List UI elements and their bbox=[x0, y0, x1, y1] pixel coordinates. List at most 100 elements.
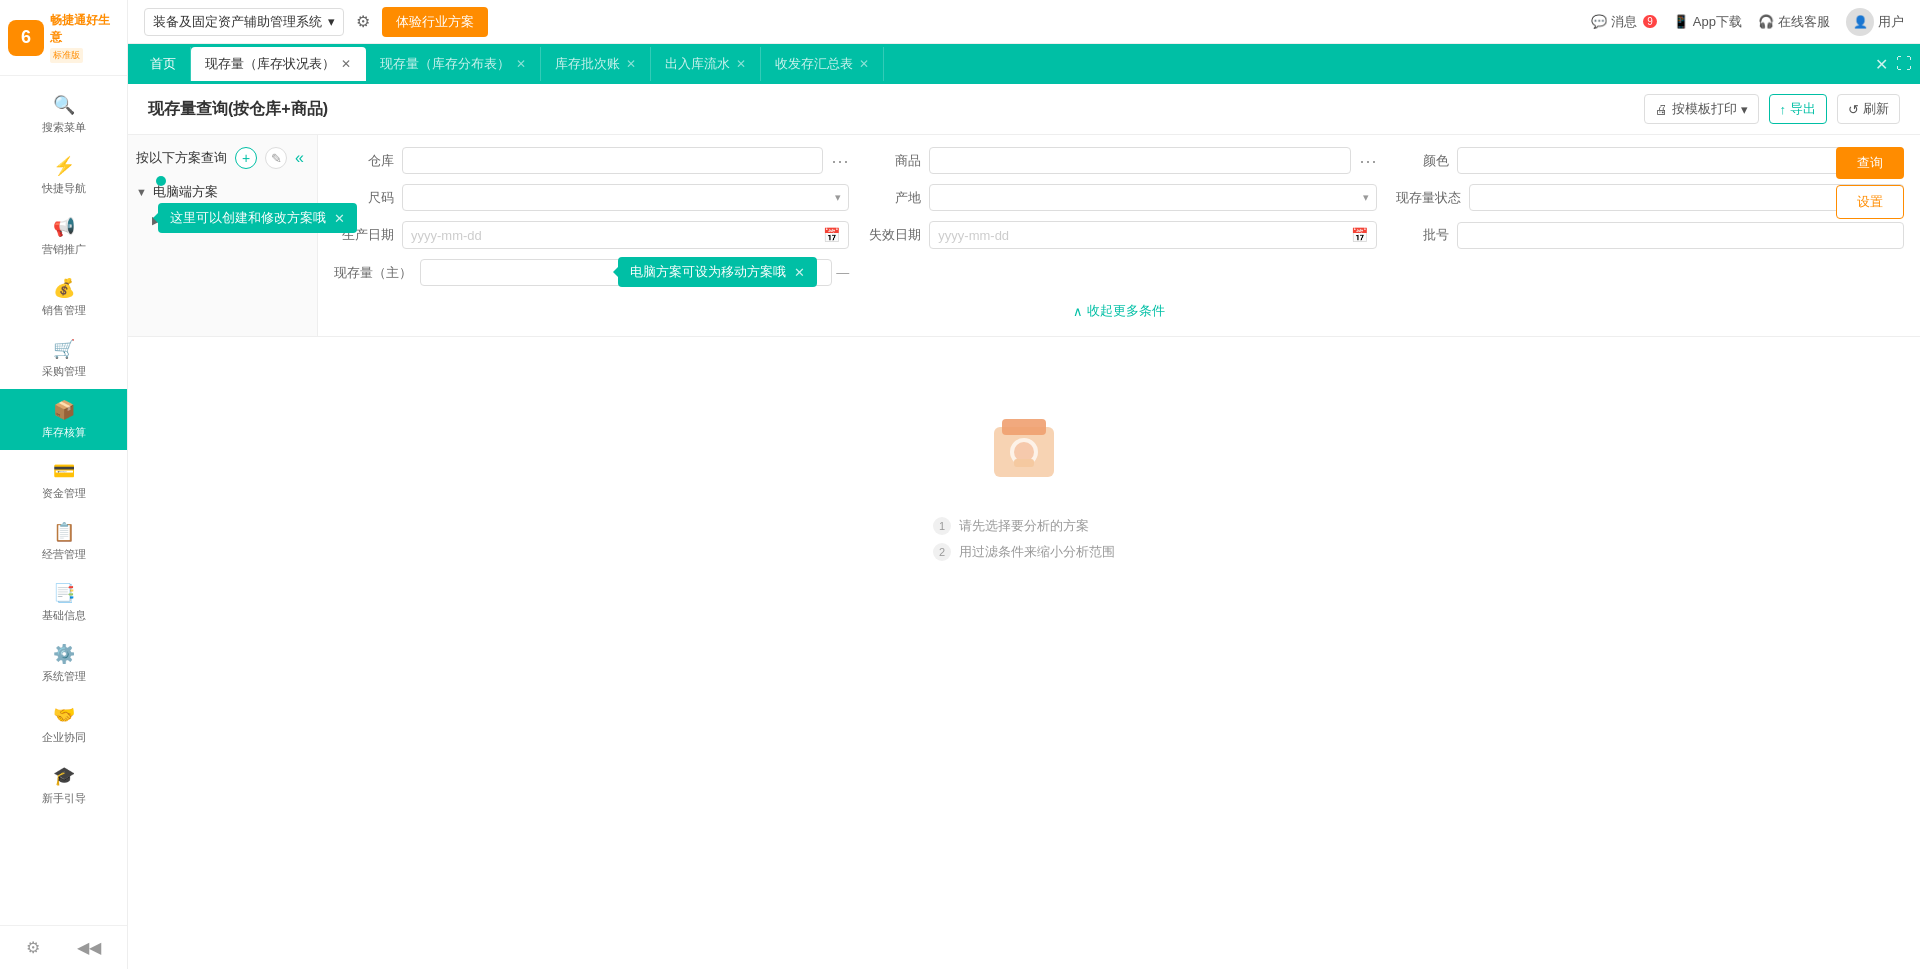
sidebar-item-inventory[interactable]: 📦 库存核算 bbox=[0, 389, 127, 450]
sidebar-item-guide[interactable]: 🎓新手引导 bbox=[0, 755, 127, 816]
refresh-button[interactable]: ↺ 刷新 bbox=[1837, 94, 1900, 124]
stock-qty-label: 现存量（主） bbox=[334, 264, 412, 282]
sidebar: 6 畅捷通好生意 标准版 🔍搜索菜单⚡快捷导航📢营销推广💰销售管理🛒采购管理📦库… bbox=[0, 0, 128, 969]
system-selector-chevron: ▾ bbox=[328, 14, 335, 29]
warehouse-label: 仓库 bbox=[334, 152, 394, 170]
sidebar-item-quick-nav[interactable]: ⚡ 快捷导航 bbox=[0, 145, 127, 206]
sidebar-item-basic-info[interactable]: 📑 基础信息 bbox=[0, 572, 127, 633]
app-download-btn[interactable]: 📱 App下载 bbox=[1673, 13, 1742, 31]
tab-close-inout-flow[interactable]: ✕ bbox=[736, 57, 746, 71]
product-label: 商品 bbox=[861, 152, 921, 170]
sidebar-item-system[interactable]: ⚙️系统管理 bbox=[0, 633, 127, 694]
tab-stock-status[interactable]: 现存量（库存状况表）✕ bbox=[191, 47, 366, 81]
settings-icon[interactable]: ⚙ bbox=[26, 938, 40, 957]
messages-label: 消息 bbox=[1611, 13, 1637, 31]
user-btn[interactable]: 👤 用户 bbox=[1846, 8, 1904, 36]
filter-row-4: 现存量（主） — bbox=[334, 259, 1904, 286]
filter-row-1: 仓库 ⋯ 商品 ⋯ 颜色 ▾ bbox=[334, 147, 1904, 174]
sidebar-icon-enterprise: 🤝 bbox=[53, 704, 75, 726]
tab-home[interactable]: 首页 bbox=[136, 47, 191, 81]
search-button[interactable]: 查询 bbox=[1836, 147, 1904, 179]
set-button[interactable]: 设置 bbox=[1836, 185, 1904, 219]
tooltip-scheme: 这里可以创建和修改方案哦 ✕ bbox=[158, 203, 357, 233]
add-scheme-button[interactable]: + bbox=[235, 147, 257, 169]
sidebar-item-enterprise[interactable]: 🤝 企业协同 bbox=[0, 694, 127, 755]
sidebar-item-search[interactable]: 🔍 搜索菜单 bbox=[0, 84, 127, 145]
system-selector[interactable]: 装备及固定资产辅助管理系统 ▾ bbox=[144, 8, 344, 36]
sidebar-icon-finance: 💳 bbox=[53, 460, 75, 482]
tab-receive-summary[interactable]: 收发存汇总表 ✕ bbox=[761, 47, 884, 81]
tab-close-all-icon[interactable]: ✕ bbox=[1875, 55, 1888, 74]
scheme-desktop-arrow: ▼ bbox=[136, 186, 147, 198]
sidebar-icon-marketing: 📢 bbox=[53, 216, 75, 238]
warehouse-input[interactable] bbox=[402, 147, 823, 174]
sidebar-item-sales[interactable]: 💰销售管理 bbox=[0, 267, 127, 328]
tooltip-desktop-close[interactable]: ✕ bbox=[794, 265, 805, 280]
messages-btn[interactable]: 💬 消息 9 bbox=[1591, 13, 1657, 31]
sidebar-label-inventory: 库存核算 bbox=[42, 425, 86, 440]
edit-scheme-button[interactable]: ✎ bbox=[265, 147, 287, 169]
production-date-calendar-icon[interactable]: 📅 bbox=[823, 227, 840, 243]
tab-close-stock-status[interactable]: ✕ bbox=[341, 57, 351, 71]
sidebar-label-enterprise: 企业协同 bbox=[42, 730, 86, 745]
expiry-date-calendar-icon[interactable]: 📅 bbox=[1351, 227, 1368, 243]
scheme-arrow-icon[interactable]: « bbox=[295, 149, 304, 167]
print-template-button[interactable]: 🖨 按模板打印 ▾ bbox=[1644, 94, 1759, 124]
sidebar-icon-quick-nav: ⚡ bbox=[53, 155, 75, 177]
tab-inout-flow[interactable]: 出入库流水✕ bbox=[651, 47, 761, 81]
filter-origin: 产地 ▾ bbox=[861, 184, 1376, 211]
tab-label-stock-dist: 现存量（库存分布表） bbox=[380, 55, 510, 73]
sidebar-icon-operations: 📋 bbox=[53, 521, 75, 543]
range-separator: — bbox=[836, 265, 849, 280]
svg-rect-4 bbox=[1014, 459, 1034, 467]
stock-status-label: 现存量状态 bbox=[1389, 189, 1461, 207]
expiry-date-label: 失效日期 bbox=[861, 226, 921, 244]
sidebar-label-search: 搜索菜单 bbox=[42, 120, 86, 135]
sidebar-icon-basic-info: 📑 bbox=[53, 582, 75, 604]
hint-text-1: 请先选择要分析的方案 bbox=[959, 517, 1089, 535]
scheme-panel: 按以下方案查询 + ✎ « ▼ 电脑端方案 bbox=[128, 135, 318, 336]
filter-fields-panel: 仓库 ⋯ 商品 ⋯ 颜色 ▾ bbox=[318, 135, 1920, 336]
online-support-label: 在线客服 bbox=[1778, 13, 1830, 31]
page-toolbar: 现存量查询(按仓库+商品) 🖨 按模板打印 ▾ ↑ 导出 ↺ 刷新 bbox=[128, 84, 1920, 135]
collapse-sidebar-icon[interactable]: ◀◀ bbox=[77, 938, 101, 957]
tab-close-batch-ledger[interactable]: ✕ bbox=[626, 57, 636, 71]
toolbar-actions: 🖨 按模板打印 ▾ ↑ 导出 ↺ 刷新 bbox=[1644, 94, 1901, 124]
expiry-date-input[interactable]: yyyy-mm-dd 📅 bbox=[929, 221, 1376, 249]
collapse-label: 收起更多条件 bbox=[1087, 302, 1165, 320]
sidebar-item-marketing[interactable]: 📢营销推广 bbox=[0, 206, 127, 267]
batch-input[interactable] bbox=[1457, 222, 1904, 249]
sidebar-item-purchase[interactable]: 🛒采购管理 bbox=[0, 328, 127, 389]
sidebar-label-sales: 销售管理 bbox=[42, 303, 86, 318]
filter-expiry-date: 失效日期 yyyy-mm-dd 📅 bbox=[861, 221, 1376, 249]
export-button[interactable]: ↑ 导出 bbox=[1769, 94, 1828, 124]
warehouse-more-icon[interactable]: ⋯ bbox=[831, 150, 849, 172]
top-header: 装备及固定资产辅助管理系统 ▾ ⚙ 体验行业方案 💬 消息 9 📱 App下载 … bbox=[128, 0, 1920, 44]
sidebar-label-purchase: 采购管理 bbox=[42, 364, 86, 379]
tab-fullscreen-icon[interactable]: ⛶ bbox=[1896, 55, 1912, 73]
sidebar-item-operations[interactable]: 📋经营管理 bbox=[0, 511, 127, 572]
tab-stock-dist[interactable]: 现存量（库存分布表） ✕ bbox=[366, 47, 541, 81]
product-more-icon[interactable]: ⋯ bbox=[1359, 150, 1377, 172]
tab-close-receive-summary[interactable]: ✕ bbox=[859, 57, 869, 71]
sidebar-label-basic-info: 基础信息 bbox=[42, 608, 86, 623]
tab-batch-ledger[interactable]: 库存批次账✕ bbox=[541, 47, 651, 81]
tooltip-scheme-close[interactable]: ✕ bbox=[334, 211, 345, 226]
sidebar-icon-search: 🔍 bbox=[53, 94, 75, 116]
tab-label-receive-summary: 收发存汇总表 bbox=[775, 55, 853, 73]
product-input[interactable] bbox=[929, 147, 1350, 174]
filter-title: 按以下方案查询 bbox=[136, 149, 227, 167]
sidebar-item-finance[interactable]: 💳资金管理 bbox=[0, 450, 127, 511]
sidebar-icon-inventory: 📦 bbox=[53, 399, 75, 421]
size-select[interactable] bbox=[402, 184, 849, 211]
sidebar-label-quick-nav: 快捷导航 bbox=[42, 181, 86, 196]
user-label: 用户 bbox=[1878, 13, 1904, 31]
header-settings-icon[interactable]: ⚙ bbox=[356, 12, 370, 31]
trial-button[interactable]: 体验行业方案 bbox=[382, 7, 488, 37]
collapse-button[interactable]: ∧ 收起更多条件 bbox=[1073, 302, 1165, 320]
tooltip-scheme-text: 这里可以创建和修改方案哦 bbox=[170, 209, 326, 227]
production-date-input[interactable]: yyyy-mm-dd 📅 bbox=[402, 221, 849, 249]
origin-select[interactable] bbox=[929, 184, 1376, 211]
online-support-btn[interactable]: 🎧 在线客服 bbox=[1758, 13, 1830, 31]
tab-close-stock-dist[interactable]: ✕ bbox=[516, 57, 526, 71]
